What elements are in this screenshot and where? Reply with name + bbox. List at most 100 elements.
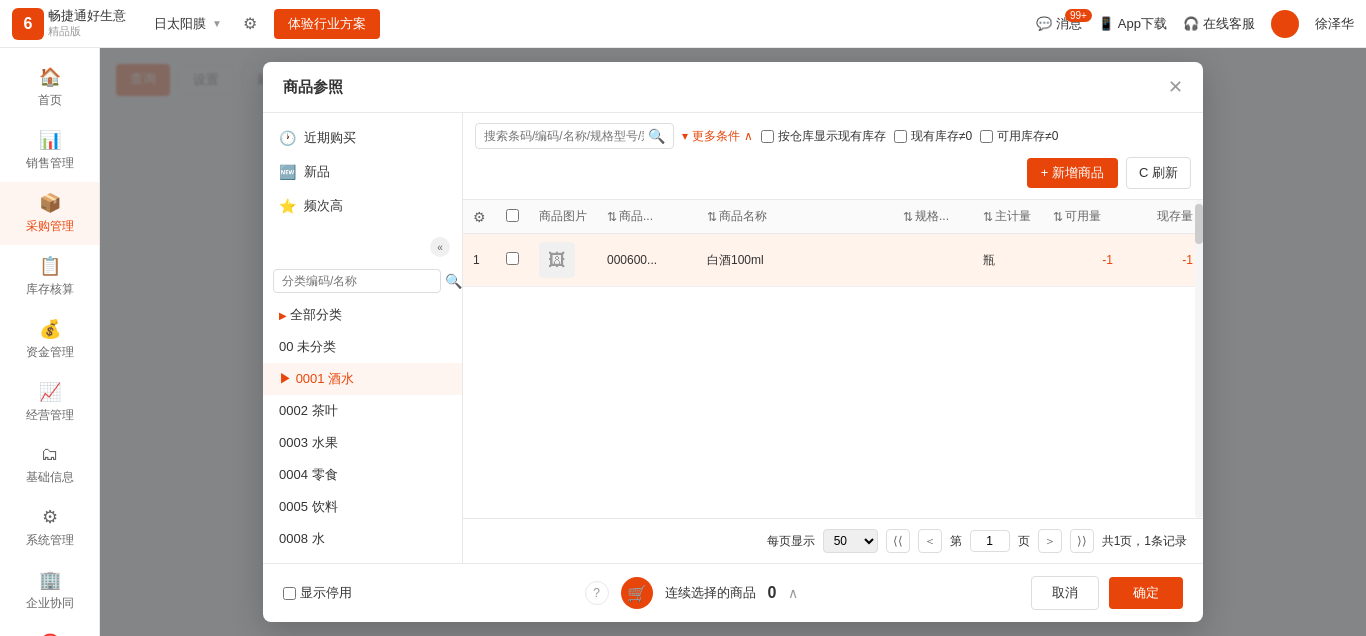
footer-left: 显示停用 xyxy=(283,584,352,602)
col-header-unit: ⇅主计量 xyxy=(973,200,1043,234)
avail-ne-checkbox[interactable]: 可用库存≠0 xyxy=(980,128,1058,145)
table-scrollbar-thumb[interactable] xyxy=(1195,204,1203,244)
col-header-spec: ⇅规格... xyxy=(893,200,973,234)
toolbar-right: + 新增商品 C 刷新 xyxy=(1027,157,1191,189)
sidebar-item-purchase[interactable]: 📦 采购管理 xyxy=(0,182,99,245)
trial-button[interactable]: 体验行业方案 xyxy=(274,9,380,39)
logo-text: 畅捷通好生意 xyxy=(48,8,126,25)
add-product-button[interactable]: + 新增商品 xyxy=(1027,158,1118,188)
confirm-button[interactable]: 确定 xyxy=(1109,577,1183,609)
table-settings-icon[interactable]: ⚙ xyxy=(473,209,486,225)
product-search-input[interactable] xyxy=(484,129,644,143)
category-search-input[interactable] xyxy=(273,269,441,293)
cart-count: 0 xyxy=(768,584,777,602)
home-icon: 🏠 xyxy=(39,66,61,88)
row-num: 1 xyxy=(463,234,496,287)
category-0004[interactable]: 0004 零食 xyxy=(263,459,462,491)
cart-button[interactable]: 🛒 xyxy=(621,577,653,609)
chevron-up-icon[interactable]: ∧ xyxy=(788,585,798,601)
category-0005[interactable]: 0005 饮料 xyxy=(263,491,462,523)
sidebar-item-operations[interactable]: 📈 经营管理 xyxy=(0,371,99,434)
row-image-cell: 🖼 xyxy=(529,234,597,287)
logo-area: 6 畅捷通好生意 精品版 xyxy=(12,8,126,40)
help-icon[interactable]: ? xyxy=(585,581,609,605)
cancel-button[interactable]: 取消 xyxy=(1031,576,1099,610)
inventory-icon: 📋 xyxy=(39,255,61,277)
sidebar-item-home[interactable]: 🏠 首页 xyxy=(0,56,99,119)
chevron-down-icon: ▼ xyxy=(212,18,222,29)
row-checkbox[interactable] xyxy=(506,252,519,265)
service-button[interactable]: 🎧 在线客服 xyxy=(1183,15,1255,33)
first-page-button[interactable]: ⟨⟨ xyxy=(886,529,910,553)
last-page-button[interactable]: ⟩⟩ xyxy=(1070,529,1094,553)
row-code: 000600... xyxy=(597,234,697,287)
sort-icon: ⇅ xyxy=(1053,210,1063,224)
row-unit: 瓶 xyxy=(973,234,1043,287)
row-stock: -1 xyxy=(1123,234,1203,287)
avail-ne-input[interactable] xyxy=(980,130,993,143)
sidebar-item-system[interactable]: ⚙ 系统管理 xyxy=(0,496,99,559)
operations-icon: 📈 xyxy=(39,381,61,403)
new-products-item[interactable]: 🆕 新品 xyxy=(263,155,462,189)
stock-ne-checkbox[interactable]: 现有库存≠0 xyxy=(894,128,972,145)
warehouse-stock-input[interactable] xyxy=(761,130,774,143)
col-header-code: ⇅商品... xyxy=(597,200,697,234)
filter-button[interactable]: ▾ 更多条件 ∧ xyxy=(682,128,753,145)
collapse-button[interactable]: « xyxy=(430,237,450,257)
refresh-button[interactable]: C 刷新 xyxy=(1126,157,1191,189)
product-table: ⚙ 商品图片 xyxy=(463,200,1203,287)
select-all-checkbox[interactable] xyxy=(506,209,519,222)
category-0003[interactable]: 0003 水果 xyxy=(263,427,462,459)
row-name: 白酒100ml xyxy=(697,234,893,287)
col-header-settings: ⚙ xyxy=(463,200,496,234)
col-header-img: 商品图片 xyxy=(529,200,597,234)
category-search-row: 🔍 xyxy=(263,263,462,299)
table-scrollbar-track[interactable] xyxy=(1195,200,1203,518)
category-0001[interactable]: ▶ 0001 酒水 xyxy=(263,363,462,395)
sidebar-item-basic[interactable]: 🗂 基础信息 xyxy=(0,434,99,496)
sidebar-item-enterprise[interactable]: 🏢 企业协同 xyxy=(0,559,99,622)
page-number-input[interactable] xyxy=(970,530,1010,552)
username-label[interactable]: 徐泽华 xyxy=(1315,15,1354,33)
gear-icon[interactable]: ⚙ xyxy=(234,8,266,40)
category-0002[interactable]: 0002 茶叶 xyxy=(263,395,462,427)
show-disabled-checkbox[interactable]: 显示停用 xyxy=(283,584,352,602)
sidebar-item-finance[interactable]: 💰 资金管理 xyxy=(0,308,99,371)
message-icon: 💬 xyxy=(1036,16,1052,31)
guide-icon: 🎯 xyxy=(39,632,61,636)
stock-ne-input[interactable] xyxy=(894,130,907,143)
right-panel: 🔍 ▾ 更多条件 ∧ 按仓库显示现有库存 xyxy=(463,113,1203,563)
per-page-select[interactable]: 50 10 20 100 xyxy=(823,529,878,553)
category-00[interactable]: 00 未分类 xyxy=(263,331,462,363)
col-header-checkbox xyxy=(496,200,529,234)
freq-icon: ⭐ xyxy=(279,198,296,214)
pagination: 每页显示 50 10 20 100 ⟨⟨ ＜ 第 页 xyxy=(463,518,1203,563)
next-page-button[interactable]: ＞ xyxy=(1038,529,1062,553)
category-0008[interactable]: 0008 水 xyxy=(263,523,462,555)
user-avatar[interactable] xyxy=(1271,10,1299,38)
frequent-item[interactable]: ⭐ 频次高 xyxy=(263,189,462,223)
sidebar-item-inventory[interactable]: 📋 库存核算 xyxy=(0,245,99,308)
sales-icon: 📊 xyxy=(39,129,61,151)
prev-page-button[interactable]: ＜ xyxy=(918,529,942,553)
nav-right: 💬 消息 99+ 📱 App下载 🎧 在线客服 徐泽华 xyxy=(1036,10,1354,38)
messages-button[interactable]: 💬 消息 99+ xyxy=(1036,15,1082,33)
new-icon: 🆕 xyxy=(279,164,296,180)
category-all[interactable]: 全部分类 xyxy=(263,299,462,331)
category-search-icon[interactable]: 🔍 xyxy=(445,273,462,289)
sort-icon: ⇅ xyxy=(983,210,993,224)
app-download-button[interactable]: 📱 App下载 xyxy=(1098,15,1167,33)
nav-dropdown[interactable]: 日太阳膜 ▼ xyxy=(142,0,234,48)
finance-icon: 💰 xyxy=(39,318,61,340)
sidebar-item-guide[interactable]: 🎯 新手引导 xyxy=(0,622,99,636)
logo-sub: 精品版 xyxy=(48,24,126,39)
product-search-icon[interactable]: 🔍 xyxy=(648,128,665,144)
modal-close-button[interactable]: ✕ xyxy=(1168,76,1183,98)
table-row[interactable]: 1 🖼 000600... xyxy=(463,234,1203,287)
category-0010[interactable]: 0010 家电 xyxy=(263,555,462,563)
recent-purchases-item[interactable]: 🕐 近期购买 xyxy=(263,121,462,155)
sidebar-item-sales[interactable]: 📊 销售管理 xyxy=(0,119,99,182)
row-avail: -1 xyxy=(1043,234,1123,287)
warehouse-stock-checkbox[interactable]: 按仓库显示现有库存 xyxy=(761,128,886,145)
show-disabled-input[interactable] xyxy=(283,587,296,600)
